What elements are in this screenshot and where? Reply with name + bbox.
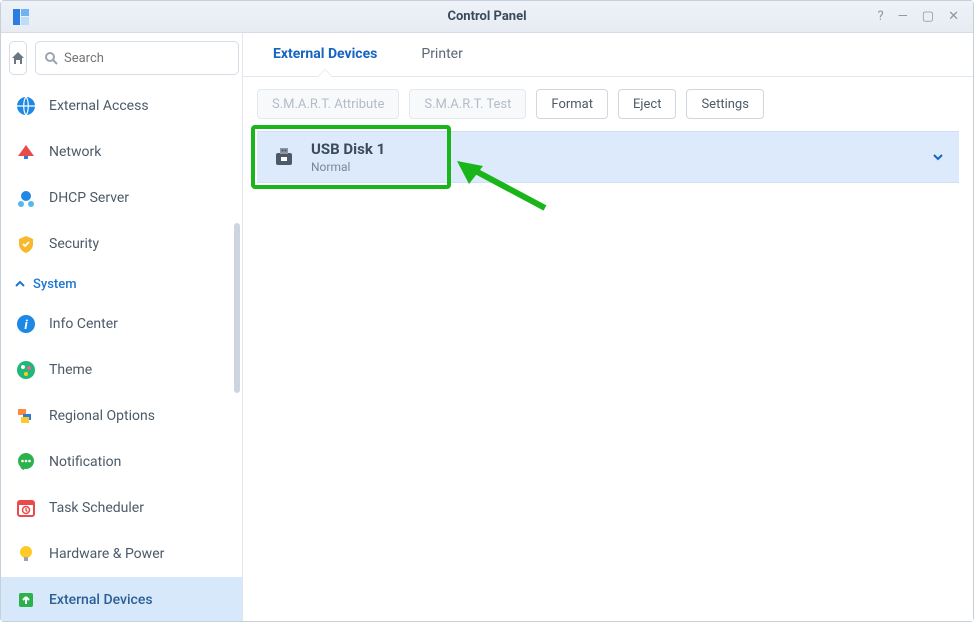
settings-button[interactable]: Settings [686,89,763,119]
sidebar-item-external-access[interactable]: External Access [1,83,242,129]
network-icon [15,141,37,163]
shield-icon [15,233,37,255]
device-name: USB Disk 1 [311,140,385,158]
sidebar-item-label: Task Scheduler [49,500,144,516]
main-panel: External Devices Printer S.M.A.R.T. Attr… [243,33,973,621]
tabs: External Devices Printer [243,33,973,77]
sidebar-item-security[interactable]: Security [1,221,242,267]
control-panel-window: Control Panel ? — ▢ ✕ [0,0,974,622]
sidebar-item-dhcp[interactable]: DHCP Server [1,175,242,221]
flags-icon [15,405,37,427]
device-status: Normal [311,160,385,174]
sidebar-item-hardware-power[interactable]: Hardware & Power [1,531,242,577]
sidebar-group-system[interactable]: System [1,267,242,301]
eject-button[interactable]: Eject [618,89,676,119]
tab-external-devices[interactable]: External Devices [251,32,399,76]
sidebar-item-label: Hardware & Power [49,546,164,562]
sidebar-item-label: DHCP Server [49,190,129,206]
sidebar-item-label: Theme [49,362,92,378]
sidebar-item-label: Security [49,236,99,252]
sidebar-item-notification[interactable]: Notification [1,439,242,485]
format-button[interactable]: Format [536,89,608,119]
toolbar: S.M.A.R.T. Attribute S.M.A.R.T. Test For… [243,77,973,131]
sidebar-item-label: Network [49,144,101,160]
device-row-usb-disk-1[interactable]: USB Disk 1 Normal [257,131,959,183]
dhcp-icon [15,187,37,209]
tab-printer[interactable]: Printer [399,32,484,76]
close-icon[interactable]: ✕ [948,9,959,24]
chevron-down-icon[interactable] [931,150,945,164]
sidebar-item-label: External Devices [49,592,153,608]
minimize-icon[interactable]: — [898,9,908,24]
sidebar-item-label: Notification [49,454,121,470]
usb-drive-icon [271,146,297,168]
globe-icon [15,95,37,117]
search-box[interactable] [35,41,239,75]
sidebar-item-task-scheduler[interactable]: Task Scheduler [1,485,242,531]
sidebar-item-external-devices[interactable]: External Devices [1,577,242,621]
sidebar-item-label: External Access [49,98,149,114]
calendar-icon [15,497,37,519]
theme-icon [15,359,37,381]
sidebar-item-label: Regional Options [49,408,155,424]
smart-test-button: S.M.A.R.T. Test [409,89,526,119]
external-device-icon [15,589,37,611]
sidebar-item-label: Info Center [49,316,118,332]
help-icon[interactable]: ? [877,9,883,24]
tab-label: External Devices [273,46,377,62]
sidebar-item-regional[interactable]: Regional Options [1,393,242,439]
sidebar: External Access Network DHCP Server Secu… [1,33,243,621]
sidebar-group-label: System [33,277,77,292]
sidebar-item-theme[interactable]: Theme [1,347,242,393]
sidebar-item-info-center[interactable]: i Info Center [1,301,242,347]
device-list: USB Disk 1 Normal [243,131,973,183]
window-title: Control Panel [1,9,973,24]
device-text: USB Disk 1 Normal [311,140,385,174]
tab-label: Printer [421,46,462,62]
chat-icon [15,451,37,473]
search-input[interactable] [64,51,230,66]
home-button[interactable] [9,41,27,75]
smart-attribute-button: S.M.A.R.T. Attribute [257,89,399,119]
search-icon [44,51,58,65]
sidebar-scroll[interactable]: External Access Network DHCP Server Secu… [1,83,242,621]
maximize-icon[interactable]: ▢ [922,9,934,24]
titlebar: Control Panel ? — ▢ ✕ [1,1,973,33]
chevron-up-icon [15,279,25,289]
app-icon [9,5,33,29]
sidebar-item-network[interactable]: Network [1,129,242,175]
info-icon: i [15,313,37,335]
scrollbar-thumb[interactable] [234,223,240,393]
bulb-icon [15,543,37,565]
